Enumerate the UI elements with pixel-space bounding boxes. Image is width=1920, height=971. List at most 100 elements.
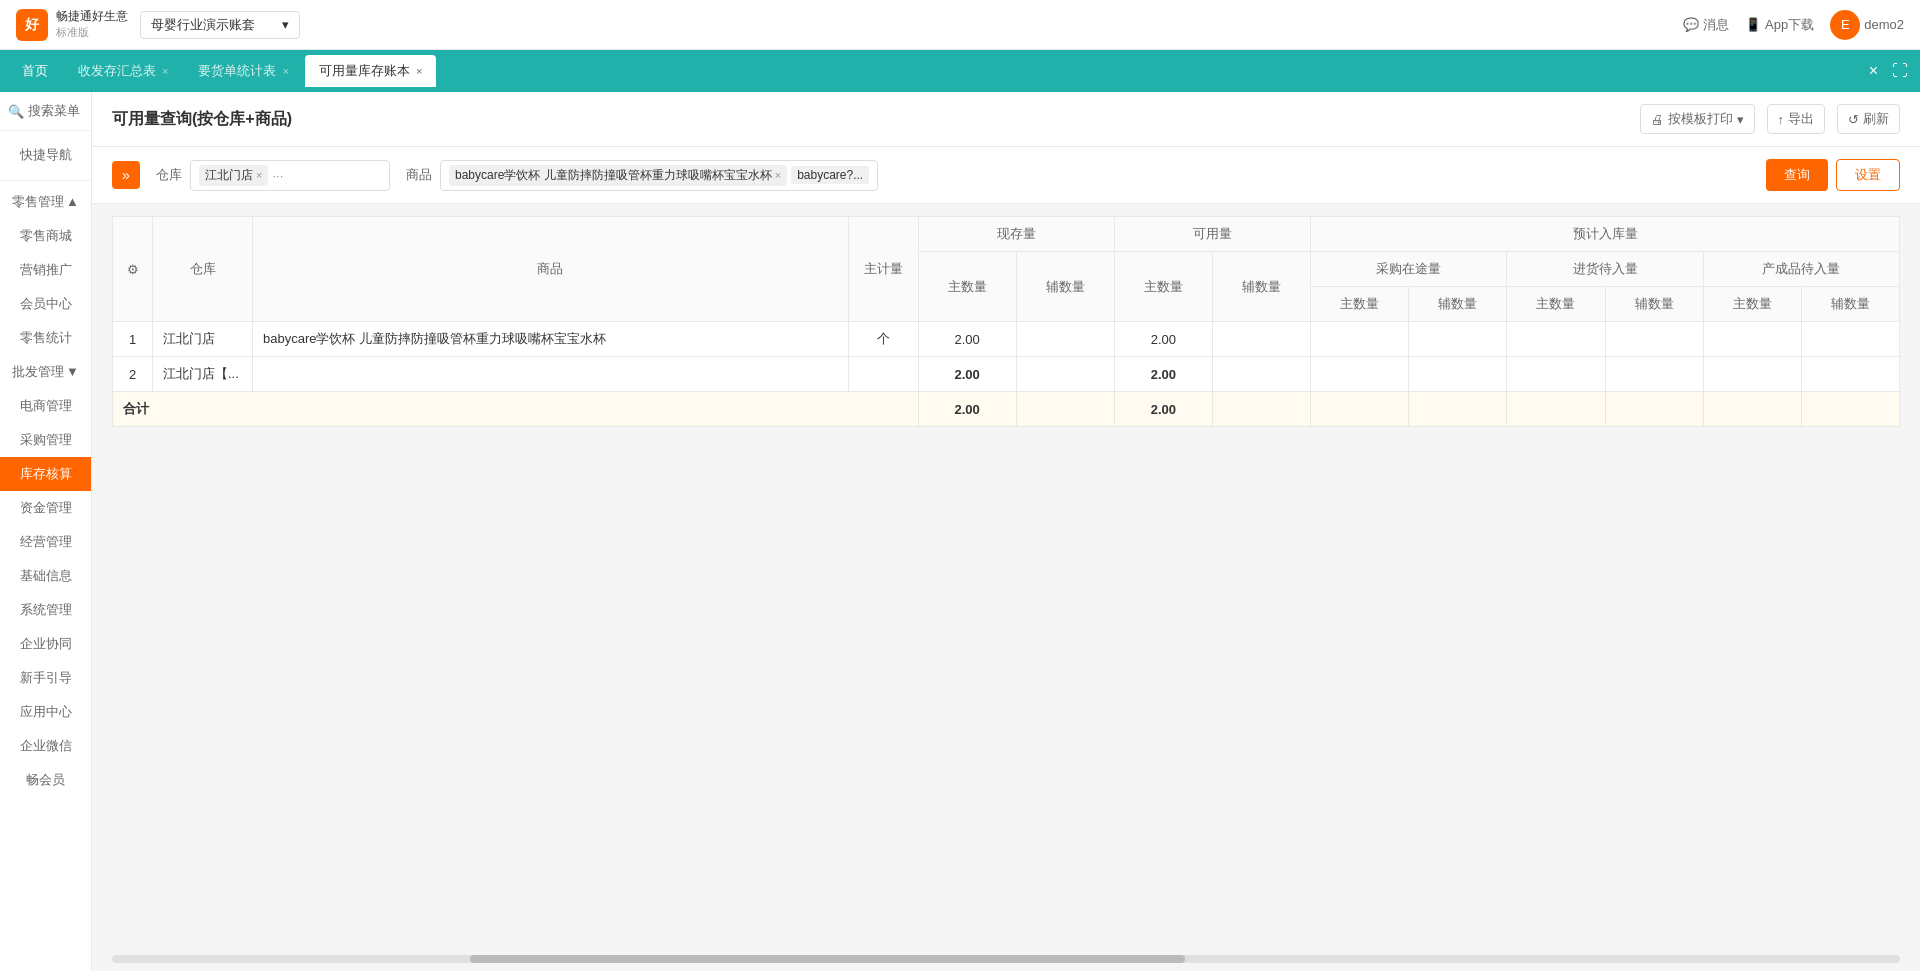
table-header: ⚙ 仓库 商品 主计量 现存量 可用量 预计入库量 主数量 辅数量	[113, 217, 1900, 322]
search-menu-button[interactable]: 🔍 搜索菜单	[0, 92, 91, 131]
sidebar-caigou-label: 采购管理	[20, 431, 72, 449]
sidebar-lingxiao-label: 零售管理	[12, 193, 64, 211]
top-bar-right: 💬 消息 📱 App下载 E demo2	[1683, 10, 1904, 40]
total-label: 合计	[113, 392, 919, 427]
th-gear: ⚙	[113, 217, 153, 322]
sidebar-item-yingxiao[interactable]: 营销推广	[0, 253, 91, 287]
th-stock-aux: 辅数量	[1016, 252, 1114, 322]
th-prod-main: 主数量	[1703, 287, 1801, 322]
product-tag-close[interactable]: ×	[775, 169, 781, 181]
print-chevron-icon: ▾	[1737, 112, 1744, 127]
quick-nav-section: 快捷导航	[0, 131, 91, 181]
row1-avail-aux	[1212, 322, 1310, 357]
th-pur-transit-main: 主数量	[1311, 287, 1409, 322]
th-inbound-aux: 辅数量	[1605, 287, 1703, 322]
table-container: ⚙ 仓库 商品 主计量 现存量 可用量 预计入库量 主数量 辅数量	[92, 204, 1920, 951]
settings-button[interactable]: 设置	[1836, 159, 1900, 191]
sidebar-item-qiyeweixin[interactable]: 企业微信	[0, 729, 91, 763]
sidebar-item-shangcheng[interactable]: 零售商城	[0, 219, 91, 253]
tab-keyongliang[interactable]: 可用量库存账本 ×	[305, 55, 436, 87]
row1-avail-main: 2.00	[1114, 322, 1212, 357]
sidebar-lingxiao-stat-label: 零售统计	[20, 329, 72, 347]
table-footer: 合计 2.00 2.00	[113, 392, 1900, 427]
row2-prod-aux	[1801, 357, 1899, 392]
filter-area: » 仓库 江北门店 × ··· 商品 babycare学饮杯 儿童防摔防撞吸管杯…	[92, 147, 1920, 204]
sidebar-qiyeweixin-label: 企业微信	[20, 737, 72, 755]
query-button[interactable]: 查询	[1766, 159, 1828, 191]
th-pur-transit: 采购在途量	[1311, 252, 1507, 287]
row1-stock-main: 2.00	[918, 322, 1016, 357]
warehouse-tag-label: 江北门店	[205, 167, 253, 184]
sidebar-item-jingying[interactable]: 经营管理	[0, 525, 91, 559]
sidebar-item-jichu[interactable]: 基础信息	[0, 559, 91, 593]
th-prod-aux: 辅数量	[1801, 287, 1899, 322]
row1-inbound-main	[1507, 322, 1605, 357]
warehouse-filter-input[interactable]: 江北门店 × ···	[190, 160, 390, 191]
close-all-button[interactable]: ×	[1861, 62, 1886, 80]
sidebar-item-lingxiao[interactable]: 零售管理 ▲	[0, 185, 91, 219]
sidebar-item-huiyuan[interactable]: 会员中心	[0, 287, 91, 321]
th-avail-aux: 辅数量	[1212, 252, 1310, 322]
sidebar-item-yingyong[interactable]: 应用中心	[0, 695, 91, 729]
sidebar-yingxiao-label: 营销推广	[20, 261, 72, 279]
table-body: 1 江北门店 babycare学饮杯 儿童防摔防撞吸管杯重力球吸嘴杯宝宝水杯 个…	[113, 322, 1900, 392]
page-actions: 🖨 按模板打印 ▾ ↑ 导出 ↺ 刷新	[1640, 104, 1901, 134]
scroll-thumb[interactable]	[470, 955, 1185, 963]
product-tag-babycare2: babycare?...	[791, 166, 869, 184]
export-icon: ↑	[1778, 112, 1785, 127]
tab-shoufacun[interactable]: 收发存汇总表 ×	[64, 55, 182, 87]
sidebar-item-xinshou[interactable]: 新手引导	[0, 661, 91, 695]
product-filter-group: 商品 babycare学饮杯 儿童防摔防撞吸管杯重力球吸嘴杯宝宝水杯 × bab…	[406, 160, 878, 191]
warehouse-tag-close[interactable]: ×	[256, 169, 262, 181]
industry-label: 母婴行业演示账套	[151, 16, 255, 34]
app-download-button[interactable]: 📱 App下载	[1745, 16, 1814, 34]
sidebar: 🔍 搜索菜单 快捷导航 零售管理 ▲ 零售商城 营销推广 会员中心 零售统计	[0, 92, 92, 971]
sidebar-item-xitong[interactable]: 系统管理	[0, 593, 91, 627]
export-label: 导出	[1788, 110, 1814, 128]
message-icon: 💬	[1683, 17, 1699, 32]
total-stock-main: 2.00	[918, 392, 1016, 427]
user-menu[interactable]: E demo2	[1830, 10, 1904, 40]
sidebar-item-qiye[interactable]: 企业协同	[0, 627, 91, 661]
total-inbound-aux	[1605, 392, 1703, 427]
message-button[interactable]: 💬 消息	[1683, 16, 1729, 34]
tab-shoufacun-close[interactable]: ×	[162, 65, 168, 77]
print-button[interactable]: 🖨 按模板打印 ▾	[1640, 104, 1755, 134]
row1-product: babycare学饮杯 儿童防摔防撞吸管杯重力球吸嘴杯宝宝水杯	[253, 322, 849, 357]
sidebar-item-dianshang[interactable]: 电商管理	[0, 389, 91, 423]
table-row: 2 江北门店【... 2.00 2.00	[113, 357, 1900, 392]
page-header: 可用量查询(按仓库+商品) 🖨 按模板打印 ▾ ↑ 导出 ↺ 刷新	[92, 92, 1920, 147]
sidebar-item-lingxiao-stat[interactable]: 零售统计	[0, 321, 91, 355]
tab-home[interactable]: 首页	[8, 62, 62, 80]
row2-avail-main: 2.00	[1114, 357, 1212, 392]
row2-pur-transit-main	[1311, 357, 1409, 392]
sidebar-item-caigou[interactable]: 采购管理	[0, 423, 91, 457]
sidebar-item-zijin[interactable]: 资金管理	[0, 491, 91, 525]
total-avail-aux	[1212, 392, 1310, 427]
gear-icon: ⚙	[127, 262, 139, 277]
refresh-button[interactable]: ↺ 刷新	[1837, 104, 1900, 134]
product-tag-babycare: babycare学饮杯 儿童防摔防撞吸管杯重力球吸嘴杯宝宝水杯 ×	[449, 165, 787, 186]
table-row: 1 江北门店 babycare学饮杯 儿童防摔防撞吸管杯重力球吸嘴杯宝宝水杯 个…	[113, 322, 1900, 357]
tab-yaohuo-close[interactable]: ×	[282, 65, 288, 77]
sidebar-item-pifa[interactable]: 批发管理 ▼	[0, 355, 91, 389]
tab-keyongliang-close[interactable]: ×	[416, 65, 422, 77]
industry-selector[interactable]: 母婴行业演示账套 ▾	[140, 11, 300, 39]
row2-prod-main	[1703, 357, 1801, 392]
tab-yaohuo[interactable]: 要货单统计表 ×	[184, 55, 302, 87]
avatar: E	[1830, 10, 1860, 40]
th-stock: 现存量	[918, 217, 1114, 252]
sidebar-item-kucun[interactable]: 库存核算	[0, 457, 91, 491]
sidebar-item-changyuan[interactable]: 畅会员	[0, 763, 91, 797]
sidebar-xitong-label: 系统管理	[20, 601, 72, 619]
filter-expand-button[interactable]: »	[112, 161, 140, 189]
horizontal-scrollbar[interactable]	[112, 955, 1900, 963]
export-button[interactable]: ↑ 导出	[1767, 104, 1826, 134]
expand-button[interactable]: ⛶	[1888, 62, 1912, 80]
search-menu-label: 搜索菜单	[28, 102, 80, 120]
tab-yaohuo-label: 要货单统计表	[198, 62, 276, 80]
sidebar-jingying-label: 经营管理	[20, 533, 72, 551]
product-filter-input[interactable]: babycare学饮杯 儿童防摔防撞吸管杯重力球吸嘴杯宝宝水杯 × babyca…	[440, 160, 878, 191]
table-scroll-area[interactable]: ⚙ 仓库 商品 主计量 现存量 可用量 预计入库量 主数量 辅数量	[112, 216, 1900, 427]
sidebar-item-quick-nav[interactable]: 快捷导航	[0, 139, 91, 172]
